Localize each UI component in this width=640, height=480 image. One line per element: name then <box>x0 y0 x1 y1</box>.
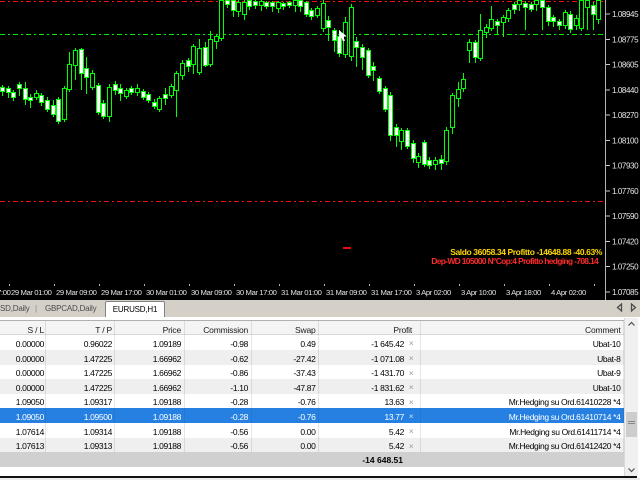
svg-text:4 Apr 02:00: 4 Apr 02:00 <box>551 288 586 297</box>
svg-text:1.07760: 1.07760 <box>612 187 639 196</box>
svg-text:29 Mar 17:00: 29 Mar 17:00 <box>101 288 142 297</box>
svg-text:29 Mar 09:00: 29 Mar 09:00 <box>56 288 97 297</box>
svg-text:1.07085: 1.07085 <box>612 288 639 297</box>
svg-text:1.07250: 1.07250 <box>612 263 639 272</box>
svg-text:29 Mar 01:00: 29 Mar 01:00 <box>11 288 52 297</box>
svg-text:1.08100: 1.08100 <box>612 136 639 145</box>
svg-text:30 Mar 17:00: 30 Mar 17:00 <box>236 288 277 297</box>
svg-text:1.07930: 1.07930 <box>612 162 639 171</box>
svg-text:30 Mar 01:00: 30 Mar 01:00 <box>146 288 187 297</box>
svg-text:31 Mar 01:00: 31 Mar 01:00 <box>281 288 322 297</box>
svg-text:1.07420: 1.07420 <box>612 238 639 247</box>
svg-text:30 Mar 09:00: 30 Mar 09:00 <box>191 288 232 297</box>
svg-text:3 Apr 10:00: 3 Apr 10:00 <box>461 288 496 297</box>
svg-text:1.08775: 1.08775 <box>612 35 639 44</box>
svg-text:1.08605: 1.08605 <box>612 61 639 70</box>
svg-text:31 Mar 17:00: 31 Mar 17:00 <box>371 288 412 297</box>
svg-text:1.07590: 1.07590 <box>612 212 639 221</box>
svg-text:1.08945: 1.08945 <box>612 10 639 19</box>
svg-text:1.08440: 1.08440 <box>612 86 639 95</box>
svg-text:1.08270: 1.08270 <box>612 111 639 120</box>
svg-text:3 Apr 18:00: 3 Apr 18:00 <box>506 288 541 297</box>
svg-text:3 Apr 02:00: 3 Apr 02:00 <box>416 288 451 297</box>
svg-text:28 Mar 17:00: 28 Mar 17:00 <box>0 288 11 297</box>
svg-text:Dep-WD 105000 N°Cop:4 Profitto: Dep-WD 105000 N°Cop:4 Profitto hedging -… <box>431 256 599 266</box>
svg-text:31 Mar 09:00: 31 Mar 09:00 <box>326 288 367 297</box>
